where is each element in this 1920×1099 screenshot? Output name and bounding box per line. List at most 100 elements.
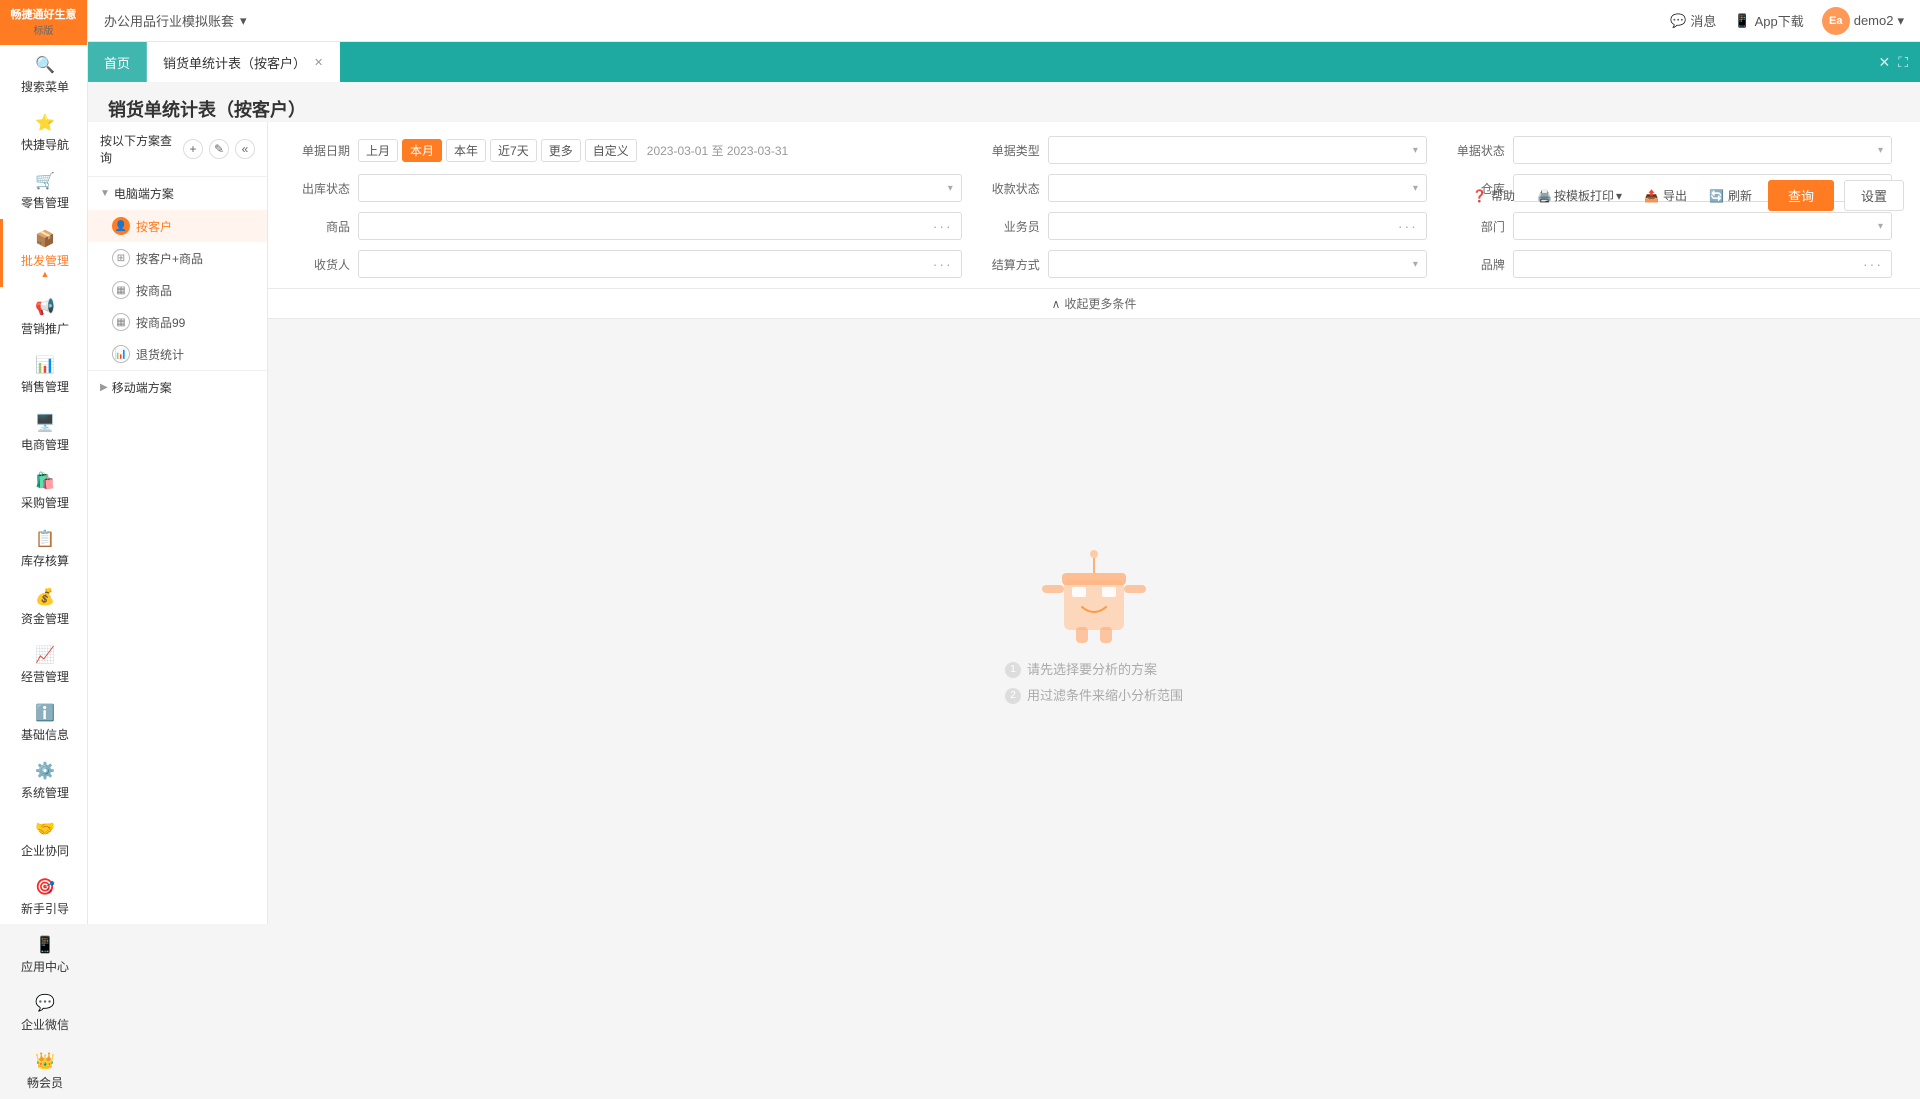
department-select[interactable]: ▾ xyxy=(1513,212,1892,240)
tip2-text: 用过滤条件来缩小分析范围 xyxy=(1027,683,1183,709)
app-selector-arrow[interactable]: ▾ xyxy=(240,13,247,29)
pc-group-header[interactable]: ▼ 电脑端方案 xyxy=(88,177,267,210)
date-btn-last7[interactable]: 近7天 xyxy=(490,139,537,162)
tabbar: 首页 销货单统计表（按客户） ✕ ✕ ⛶ xyxy=(88,42,1920,82)
chevron-down-icon: ▾ xyxy=(948,183,953,194)
sidebar-item-vip[interactable]: 👑 畅会员 xyxy=(0,1041,87,1099)
more-icon: ··· xyxy=(933,218,953,234)
print-btn[interactable]: 🖨️ 按模板打印 ▾ xyxy=(1531,184,1628,207)
tab-sales-stat[interactable]: 销货单统计表（按客户） ✕ xyxy=(147,42,340,82)
date-btn-last-month[interactable]: 上月 xyxy=(358,139,398,162)
inventory-icon: 📋 xyxy=(35,529,55,549)
brand-col: 品牌 ··· xyxy=(1435,250,1900,278)
scheme-item-return-stat[interactable]: 📊 退货统计 xyxy=(88,338,267,370)
scheme-add-btn[interactable]: + xyxy=(183,139,203,159)
date-btn-this-month[interactable]: 本月 xyxy=(402,139,442,162)
scheme-header-actions: + ✎ « xyxy=(183,139,255,159)
filter-row-4: 收货人 ··· 结算方式 ▾ xyxy=(288,250,1900,278)
mobile-group-header[interactable]: ▶ 移动端方案 xyxy=(88,370,267,404)
sidebar-item-search[interactable]: 🔍 搜索菜单 xyxy=(0,45,87,103)
tab-expand-icon[interactable]: ⛶ xyxy=(1898,54,1908,71)
sidebar-item-retail[interactable]: 🛒 零售管理 xyxy=(0,161,87,219)
sidebar-item-wholesale[interactable]: 📦 批发管理 ▲ xyxy=(0,219,87,287)
pc-scheme-group: ▼ 电脑端方案 👤 按客户 ⊞ 按客户+商品 ▦ 按商品 xyxy=(88,177,267,370)
out-status-select[interactable]: ▾ xyxy=(358,174,962,202)
sidebar-item-label: 采购管理 xyxy=(21,494,69,511)
scheme-collapse-btn[interactable]: « xyxy=(235,139,255,159)
payment-status-col: 收款状态 ▾ xyxy=(970,174,1435,202)
sidebar-item-purchase[interactable]: 🛍️ 采购管理 xyxy=(0,461,87,519)
sidebar-item-enterprise[interactable]: 🤝 企业协同 xyxy=(0,809,87,867)
help-icon: ❓ xyxy=(1472,189,1487,203)
brand-select[interactable]: ··· xyxy=(1513,250,1892,278)
scheme-header: 按以下方案查询 + ✎ « xyxy=(88,122,267,177)
refresh-icon: 🔄 xyxy=(1709,189,1724,203)
export-btn[interactable]: 📤 导出 xyxy=(1638,184,1693,207)
scheme-item-by-customer-goods[interactable]: ⊞ 按客户+商品 xyxy=(88,242,267,274)
marketing-icon: 📢 xyxy=(35,297,55,317)
collapse-bar[interactable]: ∧ 收起更多条件 xyxy=(268,289,1920,319)
query-panel: 单据日期 上月 本月 本年 近7天 更多 自定义 2023-03-01 至 20… xyxy=(268,122,1920,924)
tab-home[interactable]: 首页 xyxy=(88,42,147,82)
sidebar-item-wechat[interactable]: 💬 企业微信 xyxy=(0,983,87,1041)
more-icon: ··· xyxy=(933,256,953,272)
download-icon: 📱 xyxy=(1734,13,1750,29)
scheme-item-icon: ▦ xyxy=(112,313,130,331)
user-menu[interactable]: Ea demo2 ▾ xyxy=(1822,7,1904,35)
message-btn[interactable]: 💬 消息 xyxy=(1670,11,1716,30)
date-btn-custom[interactable]: 自定义 xyxy=(585,139,637,162)
salesperson-label: 业务员 xyxy=(978,218,1048,235)
scheme-item-by-goods[interactable]: ▦ 按商品 xyxy=(88,274,267,306)
salesperson-select[interactable]: ··· xyxy=(1048,212,1427,240)
app-download-btn[interactable]: 📱 App下载 xyxy=(1734,11,1803,30)
sidebar-item-label: 畅会员 xyxy=(27,1074,63,1091)
sidebar-item-inventory[interactable]: 📋 库存核算 xyxy=(0,519,87,577)
chevron-down-icon: ▾ xyxy=(1878,221,1883,232)
settlement-select[interactable]: ▾ xyxy=(1048,250,1427,278)
tab-close-all-icon[interactable]: ✕ xyxy=(1878,54,1890,71)
tab-close-icon[interactable]: ✕ xyxy=(314,56,323,69)
sidebar-item-app-center[interactable]: 📱 应用中心 xyxy=(0,925,87,983)
query-button[interactable]: 查询 xyxy=(1768,180,1834,211)
bill-type-select[interactable]: ▾ xyxy=(1048,136,1427,164)
sidebar-item-marketing[interactable]: 📢 营销推广 xyxy=(0,287,87,345)
sidebar-item-operations[interactable]: 📈 经营管理 xyxy=(0,635,87,693)
scheme-item-label: 按商品 xyxy=(136,282,172,299)
scheme-panel-title: 按以下方案查询 xyxy=(100,132,183,166)
help-btn[interactable]: ❓ 帮助 xyxy=(1466,184,1521,207)
sidebar-item-sales-mgmt[interactable]: 📊 销售管理 xyxy=(0,345,87,403)
goods-col: 商品 ··· xyxy=(288,212,970,240)
settings-button[interactable]: 设置 xyxy=(1844,180,1904,211)
sidebar-item-label: 电商管理 xyxy=(21,436,69,453)
sidebar-item-label: 基础信息 xyxy=(21,726,69,743)
ecommerce-icon: 🖥️ xyxy=(35,413,55,433)
finance-icon: 💰 xyxy=(35,587,55,607)
user-arrow-icon: ▾ xyxy=(1897,13,1904,29)
enterprise-icon: 🤝 xyxy=(35,819,55,839)
sidebar-item-system[interactable]: ⚙️ 系统管理 xyxy=(0,751,87,809)
sidebar-item-quick-nav[interactable]: ⭐ 快捷导航 xyxy=(0,103,87,161)
refresh-btn[interactable]: 🔄 刷新 xyxy=(1703,184,1758,207)
sidebar-item-finance[interactable]: 💰 资金管理 xyxy=(0,577,87,635)
refresh-label: 刷新 xyxy=(1728,187,1752,204)
payment-status-select[interactable]: ▾ xyxy=(1048,174,1427,202)
date-btn-this-year[interactable]: 本年 xyxy=(446,139,486,162)
bill-status-select[interactable]: ▾ xyxy=(1513,136,1892,164)
date-btn-more[interactable]: 更多 xyxy=(541,139,581,162)
scheme-item-by-goods99[interactable]: ▦ 按商品99 xyxy=(88,306,267,338)
scheme-item-icon: ▦ xyxy=(112,281,130,299)
receiver-select[interactable]: ··· xyxy=(358,250,962,278)
out-status-label: 出库状态 xyxy=(288,180,358,197)
sidebar-item-ecommerce[interactable]: 🖥️ 电商管理 xyxy=(0,403,87,461)
sidebar-item-newbie[interactable]: 🎯 新手引导 xyxy=(0,867,87,925)
export-icon: 📤 xyxy=(1644,189,1659,203)
sidebar-item-label: 销售管理 xyxy=(21,378,69,395)
sidebar-item-basic-info[interactable]: ℹ️ 基础信息 xyxy=(0,693,87,751)
scheme-edit-btn[interactable]: ✎ xyxy=(209,139,229,159)
scheme-item-by-customer[interactable]: 👤 按客户 xyxy=(88,210,267,242)
scheme-item-icon: ⊞ xyxy=(112,249,130,267)
app-selector-text: 办公用品行业模拟账套 xyxy=(104,11,234,30)
department-label: 部门 xyxy=(1443,218,1513,235)
goods-select[interactable]: ··· xyxy=(358,212,962,240)
sidebar-item-label: 新手引导 xyxy=(21,900,69,917)
